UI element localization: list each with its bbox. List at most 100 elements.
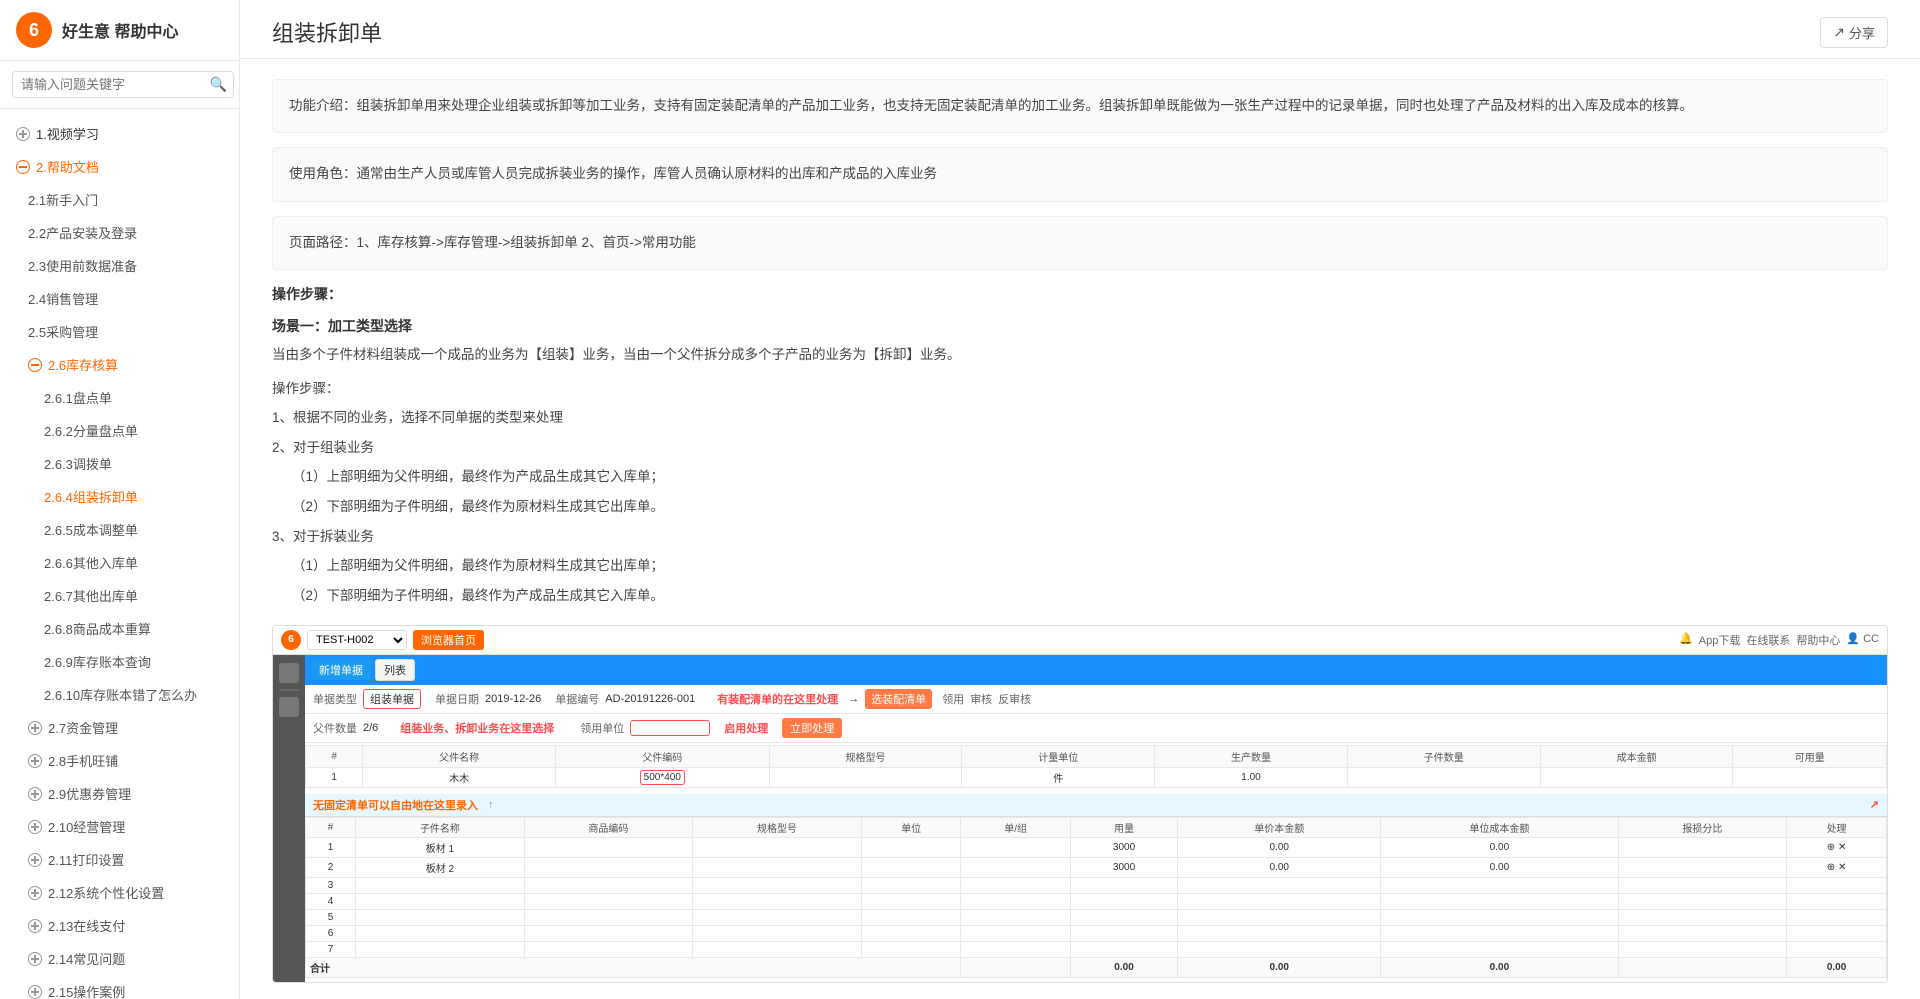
search-button[interactable]: 🔍 (210, 76, 227, 93)
expand-icon (28, 820, 42, 834)
sidebar-item-2-2[interactable]: 2.2产品安装及登录 (0, 216, 239, 249)
mock-bell-icon: 🔔 (1679, 632, 1693, 648)
mock-main-content: 新增单据 列表 单据类型 组装单据 单据日期 2019-12-26 单据编号 A… (305, 655, 1887, 982)
sidebar-item-2-8[interactable]: 2.8手机旺铺 (0, 744, 239, 777)
sidebar-item-label: 2.6.7其他出库单 (44, 586, 138, 605)
screenshot-container: 6 TEST-H002 浏览器首页 🔔 App下载 在线联系 帮助中心 👤 CC (272, 625, 1888, 983)
sidebar-item-label: 2.6.8商品成本重算 (44, 619, 151, 638)
mock-annotation2: 组装业务、拆卸业务在这里选择 (400, 720, 554, 736)
sidebar-item-2-6-8[interactable]: 2.6.8商品成本重算 (0, 612, 239, 645)
sidebar-item-2-1[interactable]: 2.1新手入门 (0, 183, 239, 216)
search-box[interactable]: 🔍 (0, 61, 239, 109)
mock-sub-table: # 子件名称 商品编码 规格型号 单位 单/组 用量 单价本金额 单位成本金额 (305, 817, 1887, 978)
step2-text: 2、对于组装业务 (272, 435, 1888, 461)
sidebar-item-2-6-4[interactable]: 2.6.4组装拆卸单 (0, 480, 239, 513)
sidebar-item-2-11[interactable]: 2.11打印设置 (0, 843, 239, 876)
mock-company-select[interactable]: TEST-H002 (307, 630, 407, 650)
mock-select-bom-btn[interactable]: 选装配清单 (865, 689, 932, 709)
expand-icon (28, 886, 42, 900)
sidebar-item-2-10[interactable]: 2.10经营管理 (0, 810, 239, 843)
sidebar-item-label: 2.2产品安装及登录 (28, 223, 137, 242)
mock-date-label: 单据日期 (435, 691, 479, 707)
expand-icon (28, 952, 42, 966)
intro-block: 功能介绍：组装拆卸单用来处理企业组装或拆卸等加工业务，支持有固定装配清单的产品加… (272, 79, 1888, 133)
table-row: 7 (306, 941, 1887, 957)
mock-no-value: AD-20191226-001 (605, 693, 695, 705)
sidebar-item-2-6-3[interactable]: 2.6.3调拨单 (0, 447, 239, 480)
mock-app: 6 TEST-H002 浏览器首页 🔔 App下载 在线联系 帮助中心 👤 CC (273, 626, 1887, 982)
sidebar-item-2-15[interactable]: 2.15操作案例 (0, 975, 239, 999)
step3-1-text: （1）上部明细为父件明细，最终作为原材料生成其它出库单； (272, 553, 1888, 579)
sidebar-item-2-14[interactable]: 2.14常见问题 (0, 942, 239, 975)
sidebar-item-label: 2.3使用前数据准备 (28, 256, 137, 275)
mock-date-value: 2019-12-26 (485, 693, 541, 705)
sidebar-item-label: 2.6.4组装拆卸单 (44, 487, 138, 506)
sidebar-item-docs[interactable]: 2.帮助文档 (0, 150, 239, 183)
mock-new-tab[interactable]: 新增单据 (311, 660, 371, 680)
sidebar-item-2-6-5[interactable]: 2.6.5成本调整单 (0, 513, 239, 546)
sidebar-item-2-5[interactable]: 2.5采购管理 (0, 315, 239, 348)
mock-upper-table: # 父件名称 父件编码 规格型号 计量单位 生产数量 子件数量 成本金额 可用量 (305, 745, 1887, 788)
mock-col-parent-name: 父件名称 (363, 745, 556, 767)
collapse-icon (28, 358, 42, 372)
sidebar-item-2-6-7[interactable]: 2.6.7其他出库单 (0, 579, 239, 612)
mock-supplier-input[interactable] (630, 720, 710, 736)
sidebar-item-label: 2.6.10库存账本错了怎么办 (44, 685, 197, 704)
sidebar-item-2-6-6[interactable]: 2.6.6其他入库单 (0, 546, 239, 579)
sidebar-item-label: 2.5采购管理 (28, 322, 98, 341)
sidebar-item-label: 2.6.1盘点单 (44, 388, 112, 407)
mock-type-label: 单据类型 (313, 691, 357, 707)
sidebar-item-label: 2.11打印设置 (48, 850, 124, 869)
mock-export-icon: ↗ (1870, 798, 1879, 811)
sidebar-item-label: 2.6.6其他入库单 (44, 553, 138, 572)
role-text: 使用角色：通常由生产人员或库管人员完成拆装业务的操作，库管人员确认原材料的出库和… (289, 166, 937, 181)
mock-ling-yong: 领用 (942, 691, 964, 707)
scenario1-desc: 当由多个子件材料组装成一个成品的业务为【组装】业务，当由一个父件拆分成多个子产品… (272, 342, 1888, 368)
sidebar-item-2-3[interactable]: 2.3使用前数据准备 (0, 249, 239, 282)
mock-col-parent-code: 父件编码 (556, 745, 770, 767)
mock-count-label: 父件数量 (313, 720, 357, 736)
table-row: 1板材 130000.000.00⊕ ✕ (306, 837, 1887, 857)
mock-col-prod-qty: 生产数量 (1155, 745, 1348, 767)
mock-annotation1: 有装配清单的在这里处理 (717, 691, 838, 707)
sidebar-item-2-6-10[interactable]: 2.6.10库存账本错了怎么办 (0, 678, 239, 711)
table-row: 4 (306, 893, 1887, 909)
sidebar-item-2-4[interactable]: 2.4销售管理 (0, 282, 239, 315)
mock-sidebar-icon-1 (279, 663, 299, 683)
path-text: 页面路径：1、库存核算->库存管理->组装拆卸单 2、首页->常用功能 (289, 235, 696, 250)
mock-logo: 6 (281, 630, 301, 650)
sidebar-item-2-13[interactable]: 2.13在线支付 (0, 909, 239, 942)
sidebar-item-2-12[interactable]: 2.12系统个性化设置 (0, 876, 239, 909)
share-icon: ↗ (1833, 24, 1845, 41)
mock-sub-section-header: 无固定清单可以自由地在这里录入 ↑ ↗ (305, 794, 1887, 817)
mock-upper-table-container: # 父件名称 父件编码 规格型号 计量单位 生产数量 子件数量 成本金额 可用量 (305, 743, 1887, 790)
expand-icon (28, 853, 42, 867)
sidebar-item-2-6-1[interactable]: 2.6.1盘点单 (0, 381, 239, 414)
mock-list-tab[interactable]: 列表 (375, 659, 415, 681)
sidebar-item-2-9[interactable]: 2.9优惠券管理 (0, 777, 239, 810)
sidebar-item-2-6-2[interactable]: 2.6.2分量盘点单 (0, 414, 239, 447)
steps-section: 操作步骤： 场景一：加工类型选择 当由多个子件材料组装成一个成品的业务为【组装】… (272, 284, 1888, 609)
mock-browser-home[interactable]: 浏览器首页 (413, 630, 484, 650)
step3-2-text: （2）下部明细为子件明细，最终作为产成品生成其它入库单。 (272, 583, 1888, 609)
mock-form-row1: 单据类型 组装单据 单据日期 2019-12-26 单据编号 AD-201912… (305, 685, 1887, 714)
sidebar-item-2-6-9[interactable]: 2.6.9库存账本查询 (0, 645, 239, 678)
mock-col-cost: 成本金额 (1540, 745, 1733, 767)
share-button[interactable]: ↗ 分享 (1820, 17, 1888, 48)
search-input[interactable] (12, 71, 234, 98)
sidebar-item-label: 2.13在线支付 (48, 916, 125, 935)
mock-col-num: # (306, 745, 363, 767)
mock-help-center: 帮助中心 (1796, 632, 1840, 648)
mock-sub-annotation: 无固定清单可以自由地在这里录入 (313, 797, 478, 813)
mock-col-avail: 可用量 (1733, 745, 1887, 767)
mock-confirm-btn[interactable]: 立即处理 (782, 718, 842, 738)
table-row: 2板材 230000.000.00⊕ ✕ (306, 857, 1887, 877)
sidebar-item-2-6[interactable]: 2.6库存核算 (0, 348, 239, 381)
table-row: 6 (306, 925, 1887, 941)
table-row: 1 木木 500*400 件 1.00 (306, 767, 1887, 787)
sidebar-item-label: 2.4销售管理 (28, 289, 98, 308)
step2-1-text: （1）上部明细为父件明细，最终作为产成品生成其它入库单； (272, 464, 1888, 490)
mock-lower-section: 无固定清单可以自由地在这里录入 ↑ ↗ # 子件名称 (305, 790, 1887, 982)
sidebar-item-2-7[interactable]: 2.7资金管理 (0, 711, 239, 744)
sidebar-item-video[interactable]: 1.视频学习 (0, 117, 239, 150)
